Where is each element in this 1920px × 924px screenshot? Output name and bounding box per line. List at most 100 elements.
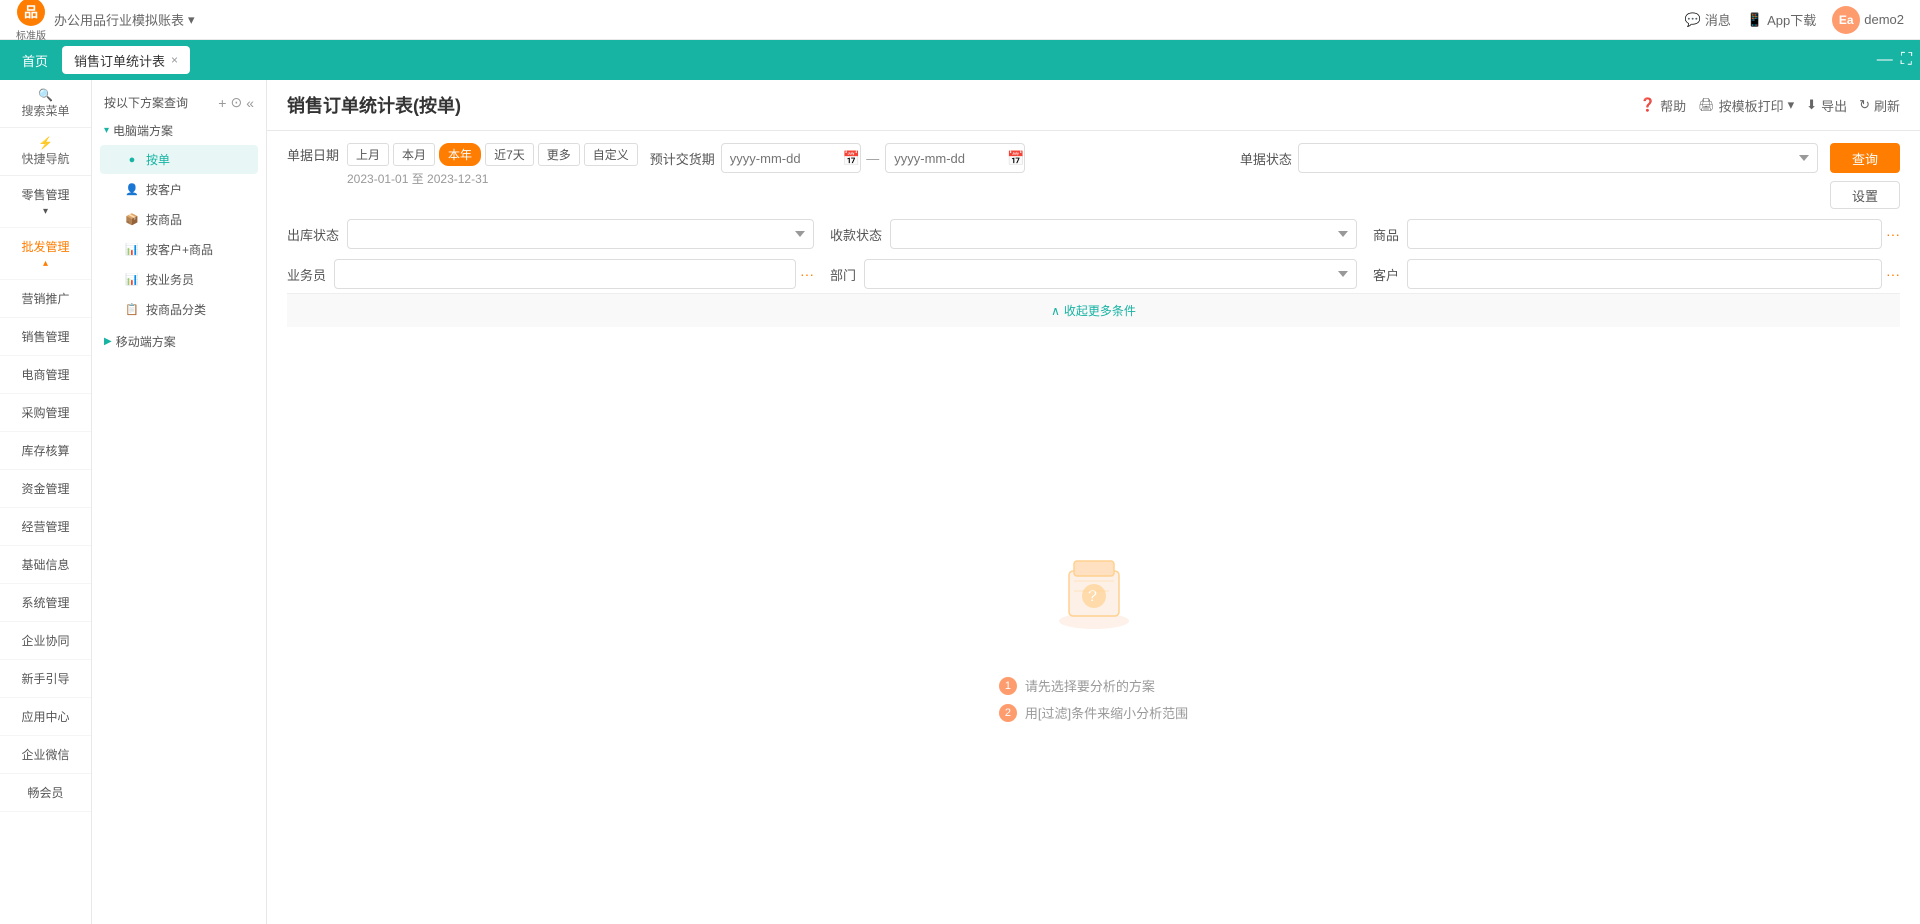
scheme-panel-header: 按以下方案查询 + ⊙ « — [92, 88, 266, 117]
scheme-item-by-salesman[interactable]: 📊 按业务员 — [100, 265, 258, 294]
message-action[interactable]: 💬 消息 — [1685, 10, 1731, 29]
tab-close-icon[interactable]: × — [171, 53, 178, 67]
salesman-label: 业务员 — [287, 265, 326, 284]
top-bar-left: 品 标准版 办公用品行业模拟账表 ▾ — [16, 0, 195, 42]
collapse-bar[interactable]: ∧ 收起更多条件 — [287, 293, 1900, 327]
nav-icon: ⚡ — [8, 136, 83, 150]
scheme-item-by-customer[interactable]: 👤 按客户 — [100, 175, 258, 204]
logo-icon: 品 — [17, 0, 45, 26]
expected-date-start[interactable] — [721, 143, 861, 173]
receipt-status-select[interactable]: 未收款 部分收款 已收款 — [890, 219, 1357, 249]
hint-text-2: 用[过滤]条件来缩小分析范围 — [1025, 703, 1188, 722]
scheme-item-by-category[interactable]: 📋 按商品分类 — [100, 295, 258, 324]
date-shortcut: 上月 本月 本年 近7天 更多 自定义 — [347, 143, 638, 166]
product-label: 商品 — [1373, 225, 1399, 244]
help-label: 帮助 — [1660, 96, 1686, 115]
scheme-group-pc-label: 电脑端方案 — [113, 122, 173, 139]
scheme-tree: ▾ 电脑端方案 ● 按单 👤 按客户 📦 按商品 — [92, 117, 266, 355]
logo-area: 品 标准版 — [16, 0, 46, 42]
scheme-group-mobile: ▶ 移动端方案 — [96, 328, 262, 355]
scheme-group-mobile-label: 移动端方案 — [116, 333, 176, 350]
sidebar-item-retail[interactable]: 零售管理 ▾ — [0, 176, 91, 228]
sidebar-item-inventory[interactable]: 库存核算 — [0, 432, 91, 470]
refresh-btn[interactable]: ↻ 刷新 — [1859, 96, 1900, 115]
last7-btn[interactable]: 近7天 — [485, 143, 534, 166]
window-minimize-btn[interactable]: — — [1877, 51, 1893, 69]
scheme-item-by-product[interactable]: 📦 按商品 — [100, 205, 258, 234]
app-download-label: App下载 — [1767, 10, 1816, 29]
department-select[interactable] — [864, 259, 1357, 289]
sidebar-item-purchase[interactable]: 采购管理 — [0, 394, 91, 432]
scheme-item-by-order[interactable]: ● 按单 — [100, 145, 258, 174]
this-month-btn[interactable]: 本月 — [393, 143, 435, 166]
setting-btn[interactable]: 设置 — [1830, 181, 1900, 209]
customer-label: 客户 — [1373, 265, 1399, 284]
mobile-icon: 📱 — [1747, 12, 1763, 28]
customer-ellipsis-btn[interactable]: ··· — [1886, 266, 1900, 282]
salesman-input[interactable] — [334, 259, 796, 289]
sidebar-item-enterprise[interactable]: 企业协同 — [0, 622, 91, 660]
scheme-item-by-cust-prod-label: 按客户+商品 — [146, 241, 213, 258]
refresh-label: 刷新 — [1874, 96, 1900, 115]
scheme-edit-btn[interactable]: ⊙ — [230, 94, 242, 111]
print-btn[interactable]: 🖨 按模板打印 ▾ — [1698, 96, 1794, 115]
sidebar-item-wechat[interactable]: 企业微信 — [0, 736, 91, 774]
user-area[interactable]: Ea demo2 — [1832, 6, 1904, 34]
product-input[interactable] — [1407, 219, 1882, 249]
salesman-ellipsis-btn[interactable]: ··· — [800, 266, 814, 282]
app-selector[interactable]: 办公用品行业模拟账表 ▾ — [54, 10, 195, 29]
chevron-down-icon: ▾ — [188, 12, 195, 28]
sidebar-item-member[interactable]: 畅会员 — [0, 774, 91, 812]
scheme-add-btn[interactable]: + — [218, 94, 226, 111]
this-year-btn[interactable]: 本年 — [439, 143, 481, 166]
expected-date-end[interactable] — [885, 143, 1025, 173]
hint-text-1: 请先选择要分析的方案 — [1025, 676, 1155, 695]
last-month-btn[interactable]: 上月 — [347, 143, 389, 166]
sidebar-item-wholesale[interactable]: 批发管理 ▴ — [0, 228, 91, 280]
scheme-group-mobile-header[interactable]: ▶ 移动端方案 — [96, 328, 262, 355]
sidebar-item-system[interactable]: 系统管理 — [0, 584, 91, 622]
scheme-item-by-cust-prod[interactable]: 📊 按客户+商品 — [100, 235, 258, 264]
ecommerce-label: 电商管理 — [21, 366, 69, 383]
sidebar-item-sales[interactable]: 销售管理 — [0, 318, 91, 356]
tab-home[interactable]: 首页 — [8, 46, 62, 74]
bill-status-select[interactable]: 草稿 已审核 已关闭 — [1298, 143, 1818, 173]
query-btn[interactable]: 查询 — [1830, 143, 1900, 173]
wechat-label: 企业微信 — [21, 746, 69, 763]
scheme-collapse-btn[interactable]: « — [246, 94, 254, 111]
sidebar-item-newbie[interactable]: 新手引导 — [0, 660, 91, 698]
sidebar-item-basic[interactable]: 基础信息 — [0, 546, 91, 584]
sidebar-item-operations[interactable]: 经营管理 — [0, 508, 91, 546]
scheme-actions: + ⊙ « — [218, 94, 254, 111]
sidebar-item-appstore[interactable]: 应用中心 — [0, 698, 91, 736]
sidebar-search[interactable]: 🔍 搜索菜单 — [0, 80, 91, 128]
sidebar-item-marketing[interactable]: 营销推广 — [0, 280, 91, 318]
help-btn[interactable]: ❓ 帮助 — [1640, 96, 1686, 115]
order-icon: ● — [124, 152, 140, 168]
chevron-up-icon: ▴ — [43, 258, 48, 269]
marketing-label: 营销推广 — [21, 290, 69, 307]
app-download-action[interactable]: 📱 App下载 — [1747, 10, 1816, 29]
delivery-status-select[interactable]: 待出库 部分出库 已出库 — [347, 219, 814, 249]
sidebar-item-finance[interactable]: 资金管理 — [0, 470, 91, 508]
sidebar-item-ecommerce[interactable]: 电商管理 — [0, 356, 91, 394]
hint-num-1: 1 — [999, 677, 1017, 695]
custom-btn[interactable]: 自定义 — [584, 143, 638, 166]
more-btn[interactable]: 更多 — [538, 143, 580, 166]
scheme-item-by-salesman-label: 按业务员 — [146, 271, 194, 288]
customer-input[interactable] — [1407, 259, 1882, 289]
sidebar-nav[interactable]: ⚡ 快捷导航 — [0, 128, 91, 176]
scheme-group-pc-header[interactable]: ▾ 电脑端方案 — [96, 117, 262, 144]
product-ellipsis-btn[interactable]: ··· — [1886, 226, 1900, 242]
empty-hint-1: 1 请先选择要分析的方案 — [999, 676, 1188, 695]
tab-sales-stats[interactable]: 销售订单统计表 × — [62, 46, 190, 74]
product-icon: 📦 — [124, 212, 140, 228]
retail-label: 零售管理 — [21, 186, 69, 203]
bill-date-label: 单据日期 — [287, 145, 339, 164]
wholesale-label: 批发管理 — [21, 238, 69, 255]
cust-prod-icon: 📊 — [124, 242, 140, 258]
export-icon: ⬇ — [1806, 97, 1817, 113]
print-icon: 🖨 — [1698, 97, 1715, 113]
window-maximize-btn[interactable]: ⛶ — [1901, 51, 1912, 69]
export-btn[interactable]: ⬇ 导出 — [1806, 96, 1847, 115]
